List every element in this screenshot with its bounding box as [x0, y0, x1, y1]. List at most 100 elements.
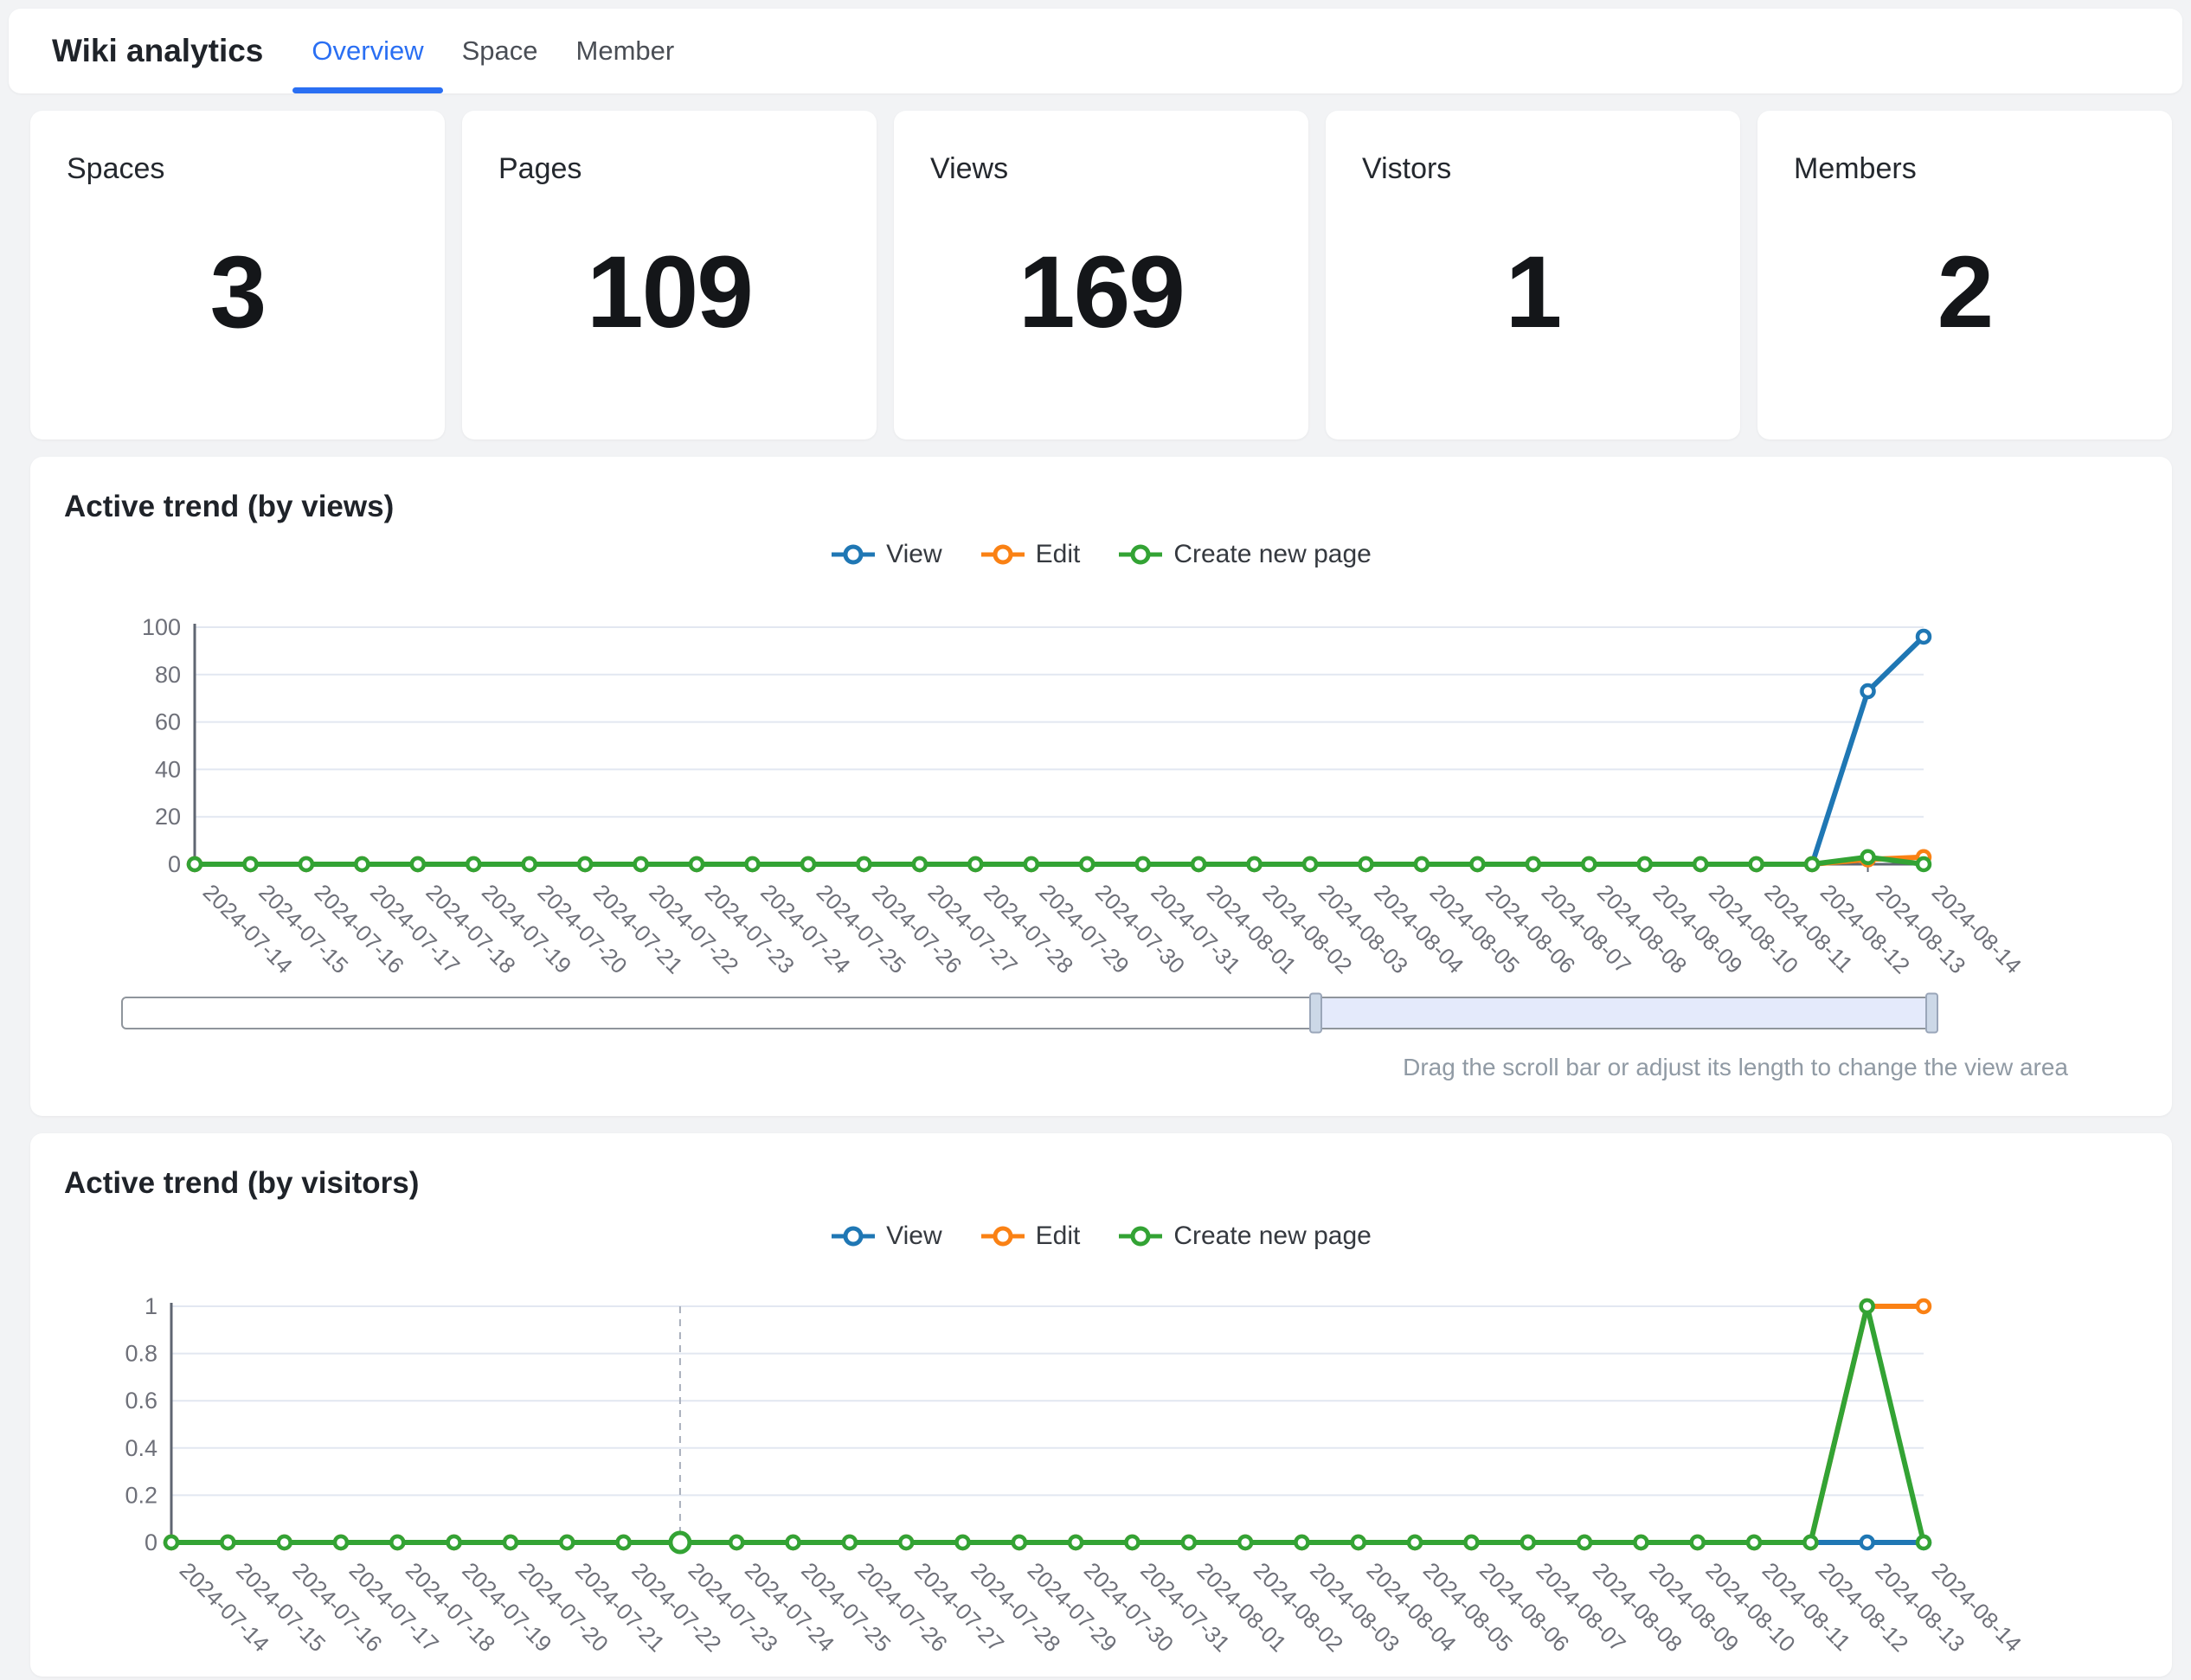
- legend-item-view[interactable]: View: [831, 540, 942, 569]
- datazoom-track[interactable]: [121, 992, 1938, 1034]
- data-point-marker: [856, 856, 872, 873]
- datazoom-selection[interactable]: [1309, 992, 1938, 1034]
- data-point-marker: [242, 856, 259, 873]
- views-trend-title: Active trend (by views): [64, 490, 395, 523]
- data-point-marker: [911, 856, 928, 873]
- data-point-marker: [785, 1534, 801, 1551]
- data-point-marker: [1237, 1534, 1254, 1551]
- stat-card-vistors: Vistors 1: [1326, 111, 1740, 439]
- stat-label: Members: [1794, 152, 1917, 185]
- tab-bar: Overview Space Member: [292, 9, 693, 93]
- views-trend-chart: 0204060801002024-07-142024-07-152024-07-…: [142, 614, 2027, 978]
- tab-space[interactable]: Space: [443, 9, 557, 93]
- y-axis-tick-label: 60: [155, 709, 181, 735]
- views-trend-series-view: [186, 628, 1932, 873]
- datazoom-left-handle[interactable]: [1309, 992, 1323, 1034]
- views-trend-series-edit: [186, 849, 1932, 873]
- stat-value: 1: [1505, 235, 1563, 349]
- stat-card-members: Members 2: [1757, 111, 2172, 439]
- legend-item-edit[interactable]: Edit: [980, 540, 1081, 569]
- datazoom-right-handle[interactable]: [1924, 992, 1938, 1034]
- stat-card-pages: Pages 109: [462, 111, 877, 439]
- stat-label: Spaces: [67, 152, 165, 185]
- stat-value: 2: [1937, 235, 1995, 349]
- data-point-marker: [576, 856, 594, 873]
- data-point-marker: [1859, 1534, 1875, 1551]
- data-point-marker: [409, 856, 427, 873]
- views-trend-series-create-new-page: [186, 849, 1932, 873]
- data-point-marker: [1859, 1298, 1875, 1315]
- y-axis-tick-label: 100: [142, 614, 181, 640]
- data-point-marker: [633, 856, 649, 873]
- data-point-marker: [1581, 856, 1597, 873]
- legend-label: Create new page: [1173, 540, 1372, 568]
- data-point-marker: [389, 1534, 406, 1551]
- legend-item-view[interactable]: View: [831, 1222, 942, 1251]
- data-point-marker: [1463, 1534, 1480, 1551]
- data-point-marker: [1078, 856, 1096, 873]
- legend-label: Create new page: [1173, 1222, 1372, 1250]
- tab-overview[interactable]: Overview: [292, 9, 443, 93]
- data-point-marker: [521, 856, 537, 873]
- datazoom-caption: Drag the scroll bar or adjust its length…: [1403, 1054, 2068, 1080]
- tab-member[interactable]: Member: [557, 9, 694, 93]
- app-header: Wiki analytics Overview Space Member: [9, 9, 2182, 93]
- data-point-marker: [1011, 1534, 1028, 1551]
- data-point-marker: [1576, 1534, 1593, 1551]
- data-point-marker: [466, 856, 482, 873]
- visitors-trend-series-create-new-page: [163, 1298, 1932, 1555]
- data-point-marker: [1689, 1534, 1706, 1551]
- data-point-marker: [163, 1534, 180, 1551]
- y-axis-tick-label: 0: [145, 1529, 157, 1555]
- visitors-trend-card: Active trend (by visitors) View Edit Cre…: [30, 1133, 2172, 1677]
- legend-label: Edit: [1035, 540, 1081, 568]
- data-point-marker: [1692, 856, 1709, 873]
- data-point-marker: [1246, 856, 1263, 873]
- stat-card-spaces: Spaces 3: [30, 111, 445, 439]
- y-axis-tick-label: 0.2: [125, 1482, 157, 1508]
- data-point-marker: [502, 1534, 519, 1551]
- stat-label: Vistors: [1362, 152, 1452, 185]
- data-point-marker: [800, 856, 817, 873]
- data-point-marker: [954, 1534, 971, 1551]
- legend-item-create-new-page[interactable]: Create new page: [1118, 540, 1372, 569]
- data-point-marker: [1350, 1534, 1367, 1551]
- data-point-marker: [615, 1534, 632, 1551]
- data-point-marker: [1469, 856, 1486, 873]
- stat-card-views: Views 169: [894, 111, 1308, 439]
- data-point-marker: [1525, 856, 1542, 873]
- data-point-marker: [1915, 628, 1932, 645]
- data-point-marker: [1358, 856, 1374, 873]
- y-axis-tick-label: 0.8: [125, 1341, 157, 1367]
- visitors-trend-title: Active trend (by visitors): [64, 1166, 420, 1200]
- data-point-marker: [332, 1534, 350, 1551]
- data-point-marker: [1860, 683, 1876, 700]
- data-point-marker: [1803, 856, 1821, 873]
- data-point-marker: [668, 1530, 692, 1555]
- data-point-marker: [1748, 856, 1764, 873]
- line-circle-icon: [832, 544, 876, 565]
- y-axis-tick-label: 0.4: [125, 1435, 157, 1461]
- data-point-marker: [298, 856, 315, 873]
- stat-value: 169: [1018, 235, 1185, 349]
- stat-label: Pages: [498, 152, 582, 185]
- line-circle-icon: [980, 544, 1025, 565]
- data-point-marker: [446, 1534, 462, 1551]
- line-circle-icon: [980, 1226, 1025, 1247]
- stat-label: Views: [930, 152, 1009, 185]
- stat-value: 3: [209, 235, 267, 349]
- data-point-marker: [1067, 1534, 1084, 1551]
- legend-item-create-new-page[interactable]: Create new page: [1118, 1222, 1372, 1251]
- y-axis-tick-label: 80: [155, 662, 181, 688]
- data-point-marker: [186, 856, 203, 873]
- y-axis-tick-label: 0: [168, 851, 181, 877]
- views-trend-legend: View Edit Create new page: [30, 540, 2172, 569]
- visitors-trend-legend: View Edit Create new page: [30, 1222, 2172, 1251]
- data-point-marker: [1134, 856, 1151, 873]
- line-circle-icon: [1119, 544, 1163, 565]
- legend-item-edit[interactable]: Edit: [980, 1222, 1081, 1251]
- data-point-marker: [1180, 1534, 1198, 1551]
- line-circle-icon: [1119, 1226, 1163, 1247]
- y-axis-tick-label: 1: [145, 1293, 157, 1319]
- legend-label: Edit: [1035, 1222, 1081, 1250]
